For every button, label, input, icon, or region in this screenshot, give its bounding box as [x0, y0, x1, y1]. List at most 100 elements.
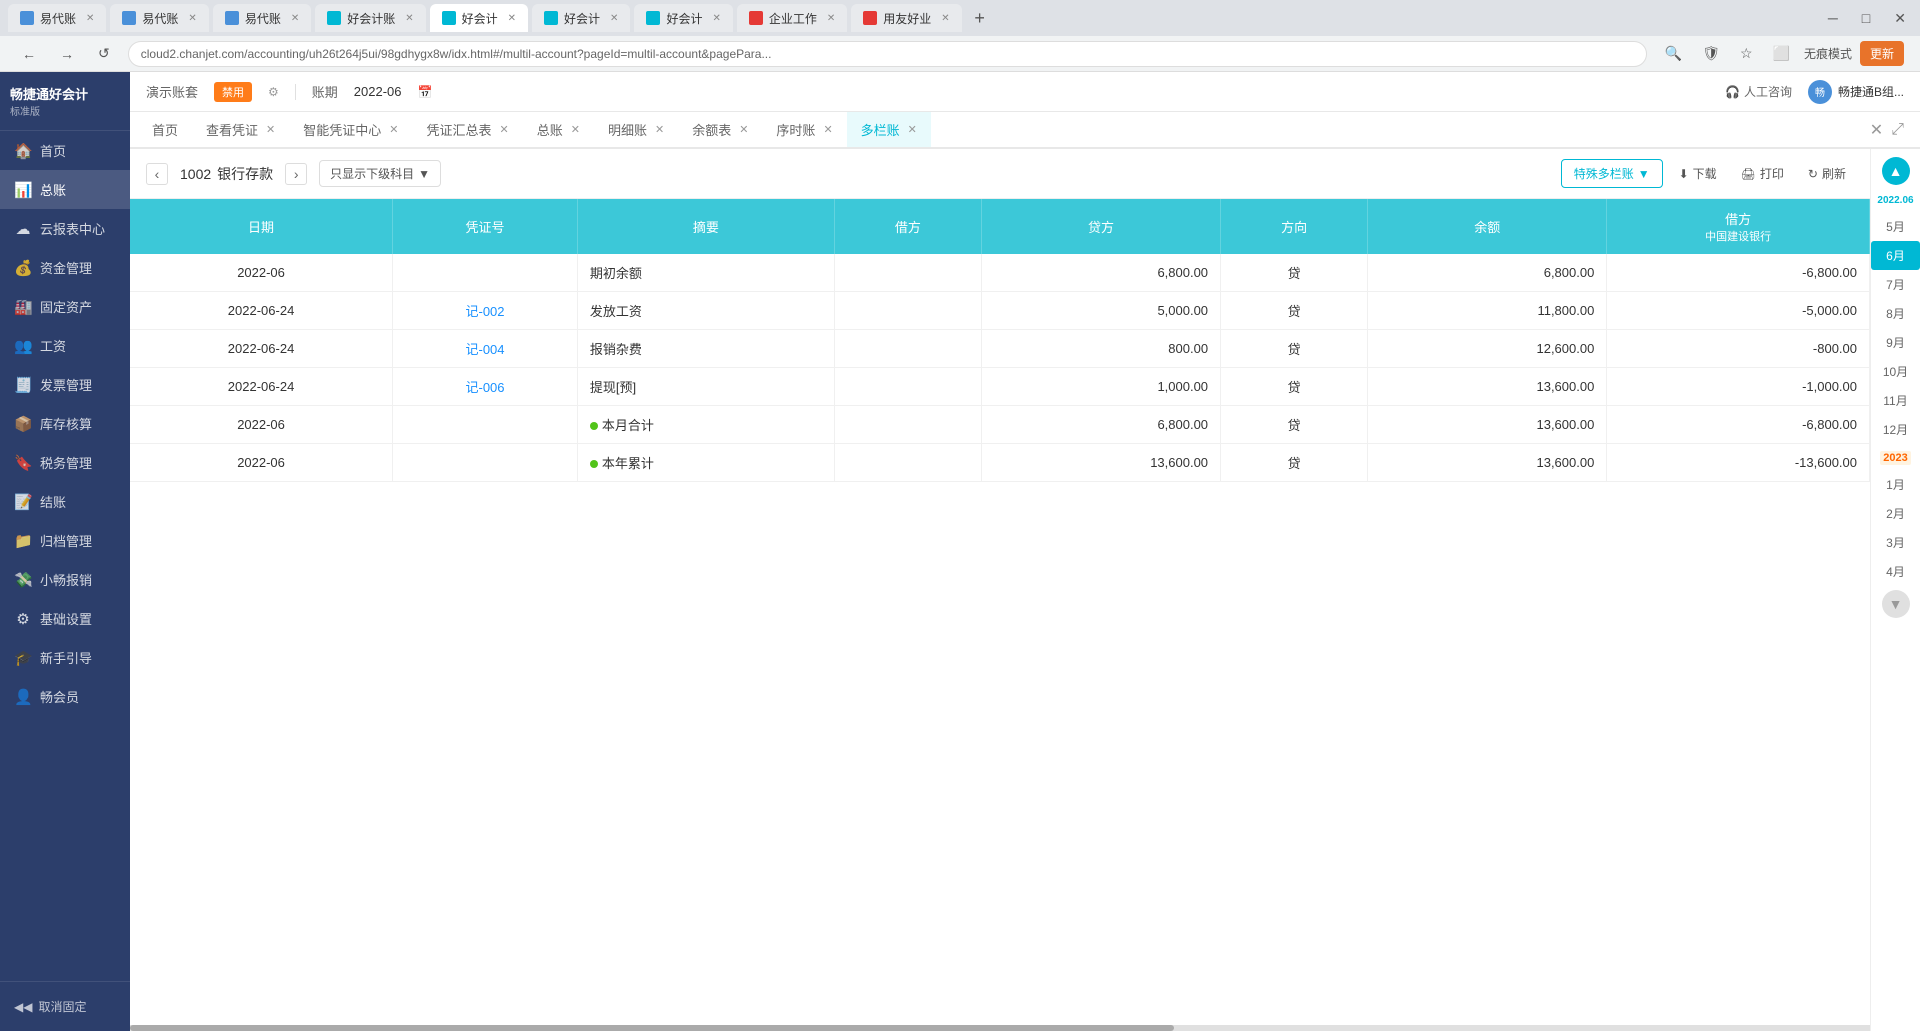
- tab-multi-column-close[interactable]: ✕: [908, 123, 917, 136]
- tab-home[interactable]: 首页: [138, 112, 192, 149]
- browser-tab-8[interactable]: 企业工作 ✕: [737, 4, 847, 32]
- tab-general-ledger[interactable]: 总账 ✕: [523, 112, 594, 149]
- browser-tab-3[interactable]: 易代账 ✕: [213, 4, 311, 32]
- voucher-cell[interactable]: 记-006: [393, 368, 578, 406]
- url-input[interactable]: cloud2.chanjet.com/accounting/uh26t264j5…: [128, 41, 1647, 67]
- star-icon[interactable]: ☆: [1734, 41, 1759, 66]
- date-item-jan[interactable]: 1月: [1871, 470, 1920, 499]
- browser-tab-4[interactable]: 好会计账 ✕: [315, 4, 425, 32]
- minimize-button[interactable]: ─: [1822, 8, 1844, 28]
- tab-detail-ledger[interactable]: 明细账 ✕: [594, 112, 678, 149]
- close-button[interactable]: ✕: [1888, 8, 1912, 29]
- next-account-button[interactable]: ›: [285, 163, 307, 185]
- maximize-button[interactable]: □: [1856, 8, 1876, 28]
- sidebar-item-member[interactable]: 👤 畅会员: [0, 677, 130, 716]
- incognito-mode-btn[interactable]: 无痕模式: [1804, 45, 1852, 62]
- new-tab-button[interactable]: +: [966, 4, 994, 32]
- voucher-cell[interactable]: [393, 254, 578, 292]
- date-item-may[interactable]: 5月: [1871, 212, 1920, 241]
- sidebar-item-settings[interactable]: ⚙ 基础设置: [0, 599, 130, 638]
- tab-close-9[interactable]: ✕: [941, 13, 949, 24]
- consult-button[interactable]: 🎧 人工咨询: [1725, 83, 1792, 100]
- tab-smart-voucher[interactable]: 智能凭证中心 ✕: [289, 112, 412, 149]
- date-up-button[interactable]: ▲: [1882, 157, 1910, 185]
- browser-tab-5[interactable]: 好会计 ✕: [430, 4, 528, 32]
- date-item-apr[interactable]: 4月: [1871, 557, 1920, 586]
- shield-icon[interactable]: 🛡: [1696, 41, 1726, 66]
- tab-close-3[interactable]: ✕: [291, 13, 299, 24]
- tab-voucher-summary[interactable]: 凭证汇总表 ✕: [412, 112, 522, 149]
- tab-sequence-ledger[interactable]: 序时账 ✕: [762, 112, 846, 149]
- sidebar-item-archive[interactable]: 📁 归档管理: [0, 521, 130, 560]
- sidebar-item-guide[interactable]: 🎓 新手引导: [0, 638, 130, 677]
- tab-detail-ledger-close[interactable]: ✕: [655, 123, 664, 136]
- date-item-november[interactable]: 11月: [1871, 386, 1920, 415]
- sidebar-item-home[interactable]: 🏠 首页: [0, 131, 130, 170]
- refresh-button[interactable]: ↻ 刷新: [1800, 161, 1854, 186]
- tab-multi-column[interactable]: 多栏账 ✕: [847, 112, 931, 149]
- date-down-button[interactable]: ▼: [1882, 590, 1910, 618]
- sidebar-item-payroll[interactable]: 👥 工资: [0, 326, 130, 365]
- browser-tab-6[interactable]: 好会计 ✕: [532, 4, 630, 32]
- tab-close-4[interactable]: ✕: [405, 13, 413, 24]
- sidebar-item-invoice[interactable]: 🧾 发票管理: [0, 365, 130, 404]
- tab-close-1[interactable]: ✕: [86, 13, 94, 24]
- voucher-cell[interactable]: [393, 406, 578, 444]
- tab-close-5[interactable]: ✕: [508, 13, 516, 24]
- tab-sequence-ledger-close[interactable]: ✕: [823, 123, 832, 136]
- date-item-feb[interactable]: 2月: [1871, 499, 1920, 528]
- date-item-july[interactable]: 7月: [1871, 270, 1920, 299]
- tab-view-voucher-close[interactable]: ✕: [266, 123, 275, 136]
- date-item-december[interactable]: 12月: [1871, 415, 1920, 444]
- tab-balance-table[interactable]: 余额表 ✕: [678, 112, 762, 149]
- date-item-2022-06-top[interactable]: 2022.06: [1871, 189, 1920, 212]
- download-button[interactable]: ⬇ 下载: [1671, 161, 1725, 186]
- prev-account-button[interactable]: ‹: [146, 163, 168, 185]
- update-button[interactable]: 更新: [1860, 41, 1904, 66]
- date-item-october[interactable]: 10月: [1871, 357, 1920, 386]
- sidebar-item-inventory[interactable]: 📦 库存核算: [0, 404, 130, 443]
- sidebar-item-cloud-report[interactable]: ☁ 云报表中心: [0, 209, 130, 248]
- scroll-thumb[interactable]: [130, 1025, 1174, 1031]
- browser-tab-9[interactable]: 用友好业 ✕: [851, 4, 961, 32]
- print-button[interactable]: 🖨 打印: [1733, 161, 1792, 186]
- horizontal-scrollbar[interactable]: [130, 1025, 1870, 1031]
- tab-close-6[interactable]: ✕: [610, 13, 618, 24]
- user-info[interactable]: 畅 畅捷通B组...: [1808, 80, 1904, 104]
- sidebar-panel-icon[interactable]: ⬜: [1767, 41, 1796, 66]
- browser-tab-2[interactable]: 易代账 ✕: [110, 4, 208, 32]
- sidebar-item-ledger[interactable]: 📊 总账: [0, 170, 130, 209]
- settings-gear-icon[interactable]: ⚙: [268, 85, 279, 99]
- date-item-august[interactable]: 8月: [1871, 299, 1920, 328]
- date-item-june[interactable]: 6月: [1871, 241, 1920, 270]
- sidebar-unpin-button[interactable]: ◀◀ 取消固定: [0, 990, 130, 1023]
- tab-voucher-summary-close[interactable]: ✕: [500, 123, 509, 136]
- panel-close-button[interactable]: ✕: [1870, 120, 1883, 140]
- panel-expand-button[interactable]: ⤢: [1891, 121, 1904, 139]
- forward-button[interactable]: →: [54, 42, 80, 66]
- voucher-cell[interactable]: [393, 444, 578, 482]
- refresh-button[interactable]: ↺: [92, 41, 116, 66]
- tab-close-7[interactable]: ✕: [712, 13, 720, 24]
- tab-balance-table-close[interactable]: ✕: [739, 123, 748, 136]
- special-multi-column-button[interactable]: 特殊多栏账 ▼: [1561, 159, 1663, 188]
- voucher-cell[interactable]: 记-002: [393, 292, 578, 330]
- tab-close-2[interactable]: ✕: [188, 13, 196, 24]
- calendar-icon[interactable]: 📅: [418, 85, 433, 99]
- sidebar-item-expense[interactable]: 💸 小畅报销: [0, 560, 130, 599]
- sidebar-item-fixed-assets[interactable]: 🏭 固定资产: [0, 287, 130, 326]
- tab-close-8[interactable]: ✕: [827, 13, 835, 24]
- date-item-mar[interactable]: 3月: [1871, 528, 1920, 557]
- date-item-september[interactable]: 9月: [1871, 328, 1920, 357]
- sidebar-item-closing[interactable]: 📝 结账: [0, 482, 130, 521]
- account-selector[interactable]: 1002 银行存款: [180, 164, 273, 184]
- sidebar-item-funds[interactable]: 💰 资金管理: [0, 248, 130, 287]
- voucher-cell[interactable]: 记-004: [393, 330, 578, 368]
- search-icon[interactable]: 🔍: [1659, 41, 1688, 66]
- browser-tab-7[interactable]: 好会计 ✕: [634, 4, 732, 32]
- tab-view-voucher[interactable]: 查看凭证 ✕: [192, 112, 289, 149]
- browser-tab-1[interactable]: 易代账 ✕: [8, 4, 106, 32]
- tab-general-ledger-close[interactable]: ✕: [571, 123, 580, 136]
- back-button[interactable]: ←: [16, 42, 42, 66]
- tab-smart-voucher-close[interactable]: ✕: [389, 123, 398, 136]
